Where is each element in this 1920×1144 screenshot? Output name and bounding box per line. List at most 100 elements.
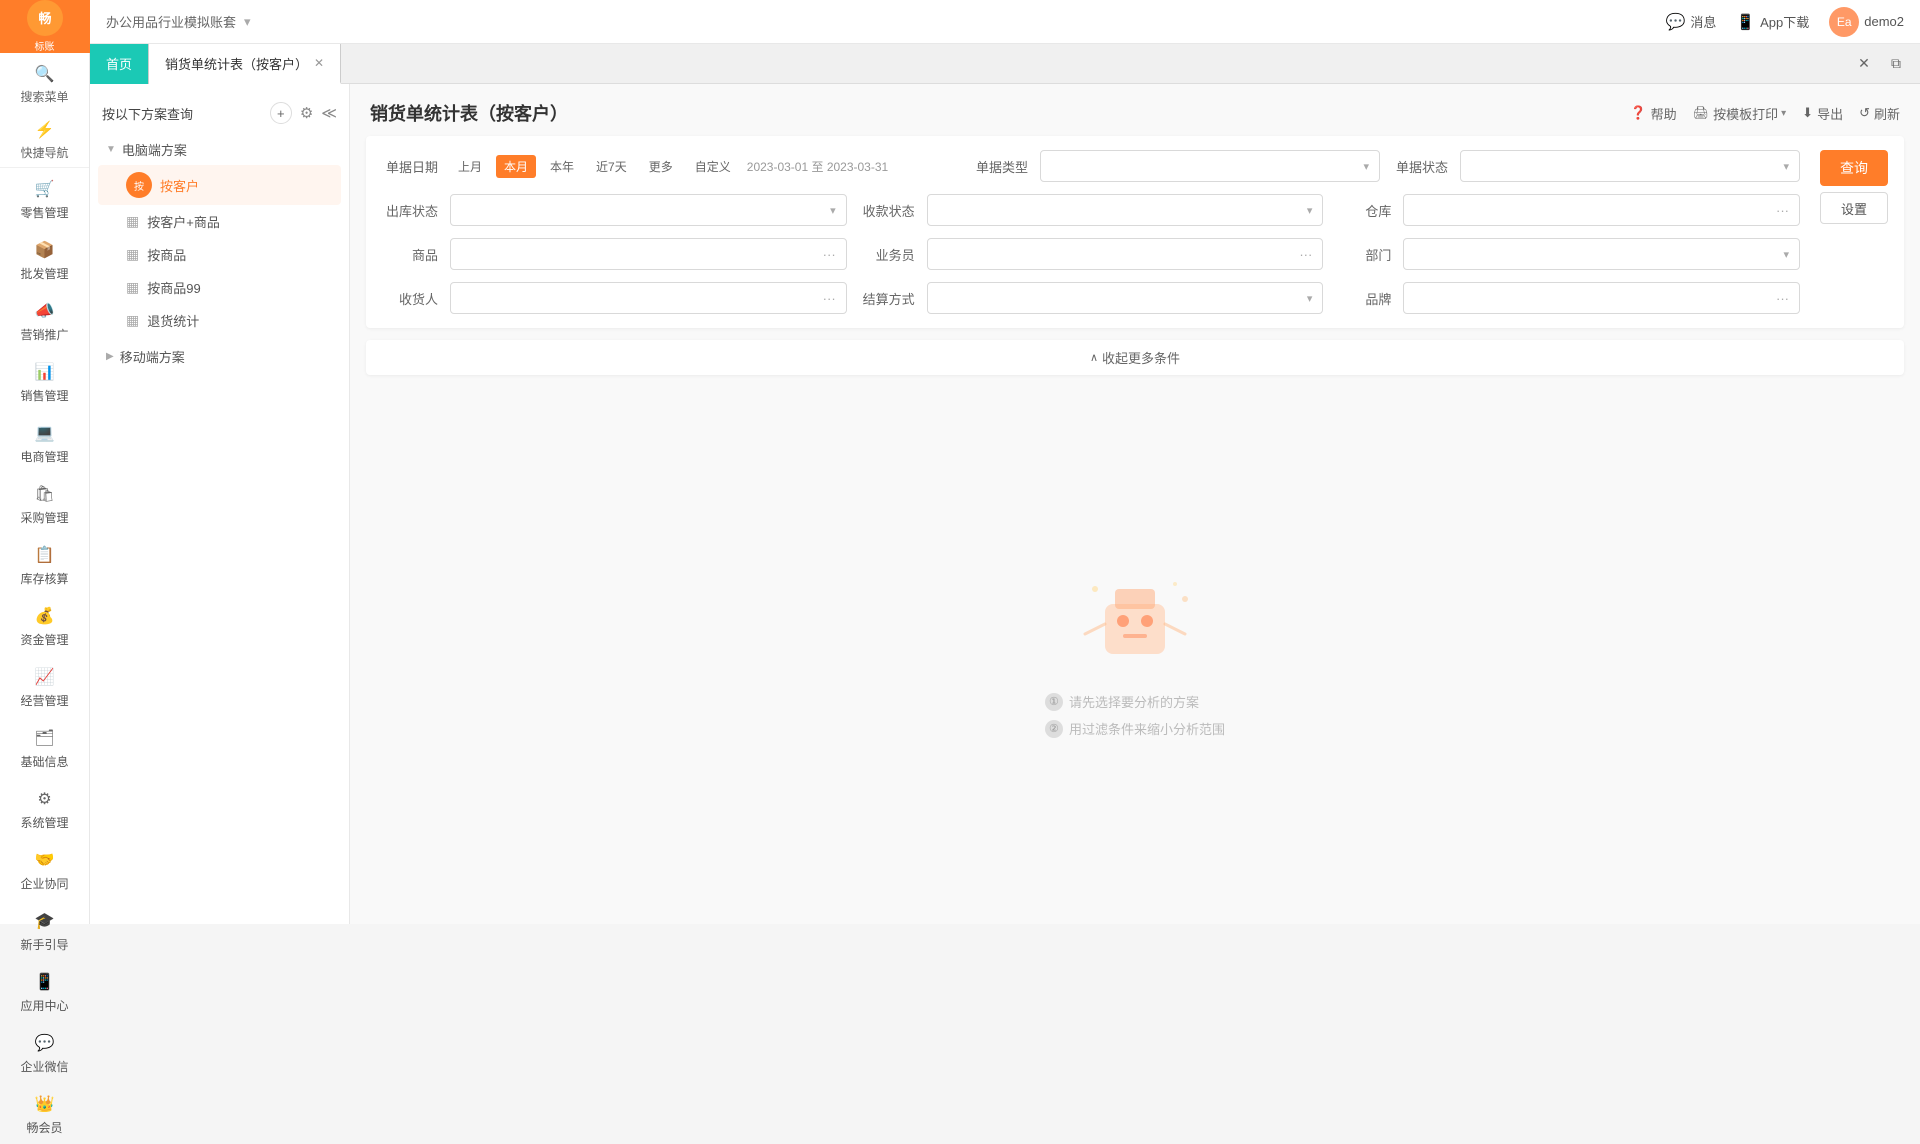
settings-button[interactable]: 设置 bbox=[1820, 192, 1888, 224]
department-input[interactable]: ▾ bbox=[1403, 238, 1800, 270]
tree-child-by-customer-goods-label: 按客户+商品 bbox=[147, 212, 220, 231]
sidebar-sales-label: 销售管理 bbox=[20, 387, 68, 404]
sidebar-item-operation[interactable]: 📈 经营管理 bbox=[0, 656, 89, 717]
sidebar-item-retail[interactable]: 🛒 零售管理 bbox=[0, 168, 89, 229]
user-info[interactable]: Ea demo2 bbox=[1829, 7, 1904, 37]
tab-close-window-btn[interactable]: ✕ bbox=[1852, 52, 1876, 76]
sidebar-item-enterprise[interactable]: 🤝 企业协同 bbox=[0, 839, 89, 900]
stock-status-arrow: ▾ bbox=[830, 204, 836, 217]
sidebar-quick-nav-label: 快捷导航 bbox=[20, 144, 68, 161]
purchase-icon: 🛍 bbox=[34, 483, 56, 505]
salesperson-dots[interactable]: ··· bbox=[1299, 247, 1312, 262]
sidebar-item-inventory[interactable]: 📋 库存核算 bbox=[0, 534, 89, 595]
query-button[interactable]: 查询 bbox=[1820, 150, 1888, 186]
left-panel-actions: + ⚙ ≪ bbox=[270, 102, 337, 124]
tab-restore-btn[interactable]: ⧉ bbox=[1884, 52, 1908, 76]
print-btn[interactable]: 🖨 按模板打印 ▾ bbox=[1693, 104, 1787, 123]
sidebar-item-search[interactable]: 🔍 搜索菜单 bbox=[0, 53, 89, 111]
tab-sales-stat[interactable]: 销货单统计表（按客户） ✕ bbox=[149, 44, 341, 84]
collapse-bar[interactable]: ∧ 收起更多条件 bbox=[366, 340, 1904, 375]
date-btn-this-month[interactable]: 本月 bbox=[496, 155, 536, 178]
export-label: 导出 bbox=[1817, 104, 1843, 123]
settings-scheme-icon[interactable]: ⚙ bbox=[300, 104, 313, 122]
sidebar-item-app-center[interactable]: 📱 应用中心 bbox=[0, 961, 89, 1022]
collapse-panel-icon[interactable]: ≪ bbox=[321, 104, 337, 122]
stock-status-input[interactable]: ▾ bbox=[450, 194, 847, 226]
sidebar-item-quick-nav[interactable]: ⚡ 快捷导航 bbox=[0, 111, 89, 168]
help-btn[interactable]: ❓ 帮助 bbox=[1630, 104, 1676, 123]
sidebar-item-ecommerce[interactable]: 💻 电商管理 bbox=[0, 412, 89, 473]
tree-child-by-customer-label: 按客户 bbox=[160, 176, 199, 195]
order-type-arrow: ▾ bbox=[1363, 160, 1369, 173]
print-dropdown[interactable]: 按模板打印 ▾ bbox=[1713, 104, 1786, 123]
scheme-icon-1: ▦ bbox=[126, 213, 139, 230]
newbie-icon: 🎓 bbox=[34, 910, 56, 932]
brand-dots[interactable]: ··· bbox=[1776, 291, 1789, 306]
export-btn[interactable]: ⬇ 导出 bbox=[1802, 104, 1843, 123]
app-download-btn[interactable]: 📱 App下载 bbox=[1736, 12, 1809, 31]
settlement-input[interactable]: ▾ bbox=[927, 282, 1324, 314]
goods-dots[interactable]: ··· bbox=[823, 247, 836, 262]
sidebar-purchase-label: 采购管理 bbox=[20, 509, 68, 526]
refresh-btn[interactable]: ↺ 刷新 bbox=[1859, 104, 1900, 123]
page-actions: ❓ 帮助 🖨 按模板打印 ▾ ⬇ 导出 bbox=[1630, 104, 1900, 123]
tree-child-by-goods-99[interactable]: ▦ 按商品99 bbox=[98, 271, 341, 304]
empty-svg bbox=[1075, 569, 1195, 669]
scheme-icon-3: ▦ bbox=[126, 279, 139, 296]
date-btn-7days[interactable]: 近7天 bbox=[588, 155, 635, 178]
brand-input[interactable]: ··· bbox=[1403, 282, 1800, 314]
tab-home[interactable]: 首页 bbox=[90, 44, 149, 84]
tree-child-by-customer[interactable]: 按 按客户 bbox=[98, 165, 341, 205]
date-btn-last-month[interactable]: 上月 bbox=[450, 155, 490, 178]
order-type-input[interactable]: ▾ bbox=[1040, 150, 1380, 182]
tree-child-return-stat[interactable]: ▦ 退货统计 bbox=[98, 304, 341, 337]
salesperson-input[interactable]: ··· bbox=[927, 238, 1324, 270]
sidebar-finance-label: 资金管理 bbox=[20, 631, 68, 648]
add-scheme-btn[interactable]: + bbox=[270, 102, 292, 124]
sidebar-retail-label: 零售管理 bbox=[20, 204, 68, 221]
tree-parent-mobile[interactable]: ▶ 移动端方案 bbox=[98, 341, 341, 372]
date-btn-more[interactable]: 更多 bbox=[641, 155, 681, 178]
empty-hint-1: ① 请先选择要分析的方案 bbox=[1045, 692, 1225, 711]
empty-hint-2: ② 用过滤条件来缩小分析范围 bbox=[1045, 719, 1225, 738]
app-center-icon: 📱 bbox=[34, 971, 56, 993]
sidebar-item-basic[interactable]: 🗂 基础信息 bbox=[0, 717, 89, 778]
order-status-input[interactable]: ▾ bbox=[1460, 150, 1800, 182]
sidebar-app-center-label: 应用中心 bbox=[20, 997, 68, 1014]
sidebar-system-label: 系统管理 bbox=[20, 814, 68, 831]
receiver-input[interactable]: ··· bbox=[450, 282, 847, 314]
empty-hints: ① 请先选择要分析的方案 ② 用过滤条件来缩小分析范围 bbox=[1045, 692, 1225, 738]
tree-child-by-customer-goods[interactable]: ▦ 按客户+商品 bbox=[98, 205, 341, 238]
sidebar-item-marketing[interactable]: 📣 营销推广 bbox=[0, 290, 89, 351]
date-btn-this-year[interactable]: 本年 bbox=[542, 155, 582, 178]
inventory-icon: 📋 bbox=[34, 544, 56, 566]
sidebar-item-wechat[interactable]: 💬 企业微信 bbox=[0, 1022, 89, 1083]
sidebar-item-member[interactable]: 👑 畅会员 bbox=[0, 1083, 89, 1144]
warehouse-dots[interactable]: ··· bbox=[1776, 203, 1789, 218]
warehouse-input[interactable]: ··· bbox=[1403, 194, 1800, 226]
sidebar-item-finance[interactable]: 💰 资金管理 bbox=[0, 595, 89, 656]
tree-child-by-goods[interactable]: ▦ 按商品 bbox=[98, 238, 341, 271]
refresh-icon: ↺ bbox=[1859, 105, 1870, 121]
date-btn-custom[interactable]: 自定义 bbox=[687, 155, 739, 178]
tab-close-icon[interactable]: ✕ bbox=[314, 56, 324, 70]
sidebar-item-newbie[interactable]: 🎓 新手引导 bbox=[0, 900, 89, 961]
quick-nav-icon: ⚡ bbox=[34, 119, 56, 141]
tree-parent-pc[interactable]: ▼ 电脑端方案 bbox=[98, 134, 341, 165]
sidebar-item-purchase[interactable]: 🛍 采购管理 bbox=[0, 473, 89, 534]
order-status-arrow: ▾ bbox=[1783, 160, 1789, 173]
sidebar-item-sales[interactable]: 📊 销售管理 bbox=[0, 351, 89, 412]
sidebar-item-wholesale[interactable]: 📦 批发管理 bbox=[0, 229, 89, 290]
collection-status-input[interactable]: ▾ bbox=[927, 194, 1324, 226]
main-area: 办公用品行业模拟账套 ▾ 💬 消息 📱 App下载 Ea demo2 首页 bbox=[90, 0, 1920, 924]
app-logo[interactable]: 畅 标账 bbox=[0, 0, 90, 53]
goods-input[interactable]: ··· bbox=[450, 238, 847, 270]
sidebar-item-system[interactable]: ⚙ 系统管理 bbox=[0, 778, 89, 839]
message-btn[interactable]: 💬 消息 bbox=[1665, 12, 1716, 32]
header-dropdown-icon[interactable]: ▾ bbox=[244, 14, 251, 30]
receiver-dots[interactable]: ··· bbox=[823, 291, 836, 306]
header-right: 💬 消息 📱 App下载 Ea demo2 bbox=[1665, 7, 1904, 37]
header-left: 办公用品行业模拟账套 ▾ bbox=[106, 12, 251, 31]
empty-state: ① 请先选择要分析的方案 ② 用过滤条件来缩小分析范围 bbox=[350, 383, 1920, 924]
tab-home-label: 首页 bbox=[106, 54, 132, 73]
